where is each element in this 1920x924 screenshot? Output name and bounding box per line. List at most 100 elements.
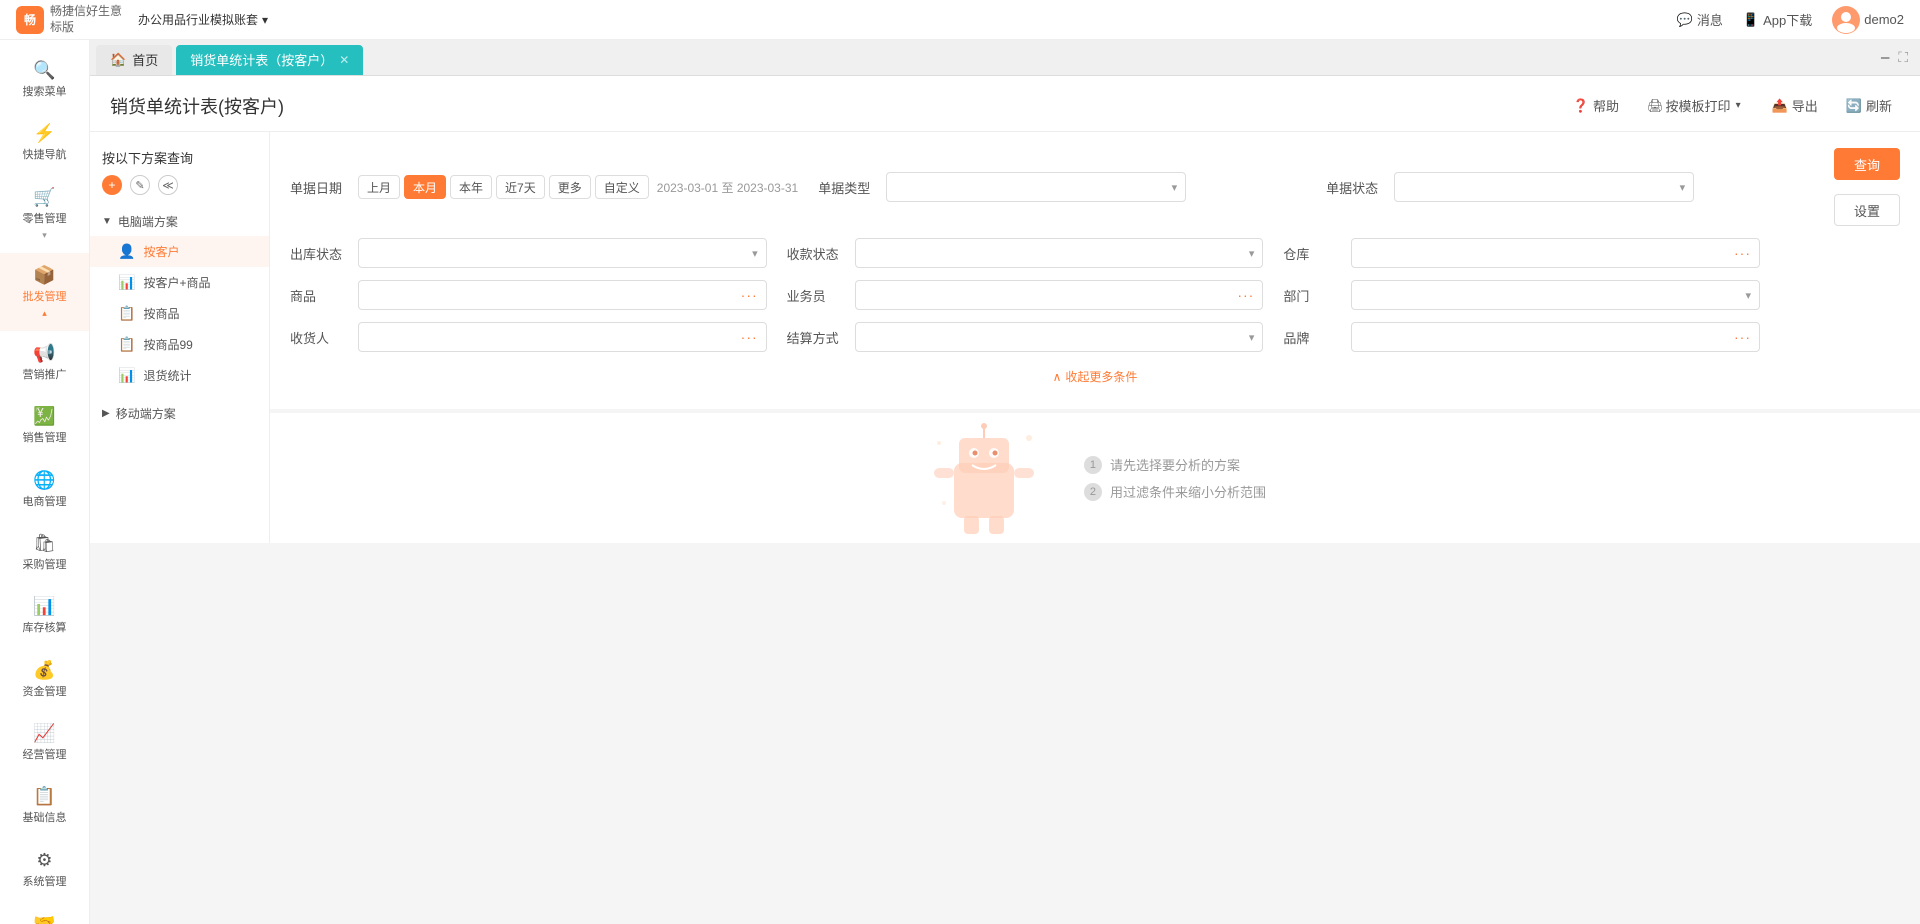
filter-row-3: 商品 ··· 业务员: [290, 280, 1900, 310]
sidebar-item-inventory[interactable]: 📊 库存核算: [0, 584, 89, 647]
main-area: 🔍 搜索菜单 ⚡ 快捷导航 🛒 零售管理 ▾ 📦 批发管理 ▴ 📢 营销推广: [0, 40, 1920, 924]
settings-button[interactable]: 设置: [1834, 194, 1900, 226]
sidebar-item-ecommerce[interactable]: 🌐 电商管理: [0, 458, 89, 521]
sidebar-item-basic-info[interactable]: 📋 基础信息: [0, 774, 89, 837]
tab-home[interactable]: 🏠 首页: [96, 45, 172, 75]
user-profile[interactable]: demo2: [1832, 6, 1904, 34]
refresh-button[interactable]: 🔄 刷新: [1838, 92, 1900, 119]
help-button[interactable]: ❓ 帮助: [1565, 92, 1627, 119]
minimize-icon[interactable]: 🗕: [1880, 46, 1890, 70]
industry-selector[interactable]: 办公用品行业模拟账套 ▾: [130, 11, 276, 28]
add-scheme-button[interactable]: +: [102, 175, 122, 195]
chevron-up-icon: ▴: [42, 308, 47, 319]
empty-illustration: [924, 413, 1044, 543]
salesperson-more-icon[interactable]: ···: [1237, 287, 1254, 303]
sidebar-item-system[interactable]: ⚙ 系统管理: [0, 838, 89, 901]
sidebar-item-wholesale[interactable]: 📦 批发管理 ▴: [0, 253, 89, 331]
date-this-year-btn[interactable]: 本年: [450, 175, 492, 199]
scheme-item-return-stats[interactable]: 📊 退货统计: [90, 360, 269, 391]
tab-bar: 🏠 首页 销货单统计表（按客户） ✕ 🗕 ⛶: [90, 40, 1920, 76]
brand-more-icon[interactable]: ···: [1734, 329, 1751, 345]
goods-select[interactable]: ···: [358, 280, 767, 310]
purchase-icon: 🛍: [33, 533, 56, 554]
warehouse-more-icon[interactable]: ···: [1734, 245, 1751, 261]
print-dropdown-arrow[interactable]: ▾: [1733, 100, 1744, 111]
receiver-select[interactable]: ···: [358, 322, 767, 352]
collapse-bar[interactable]: ∧ 收起更多条件: [290, 360, 1900, 393]
sidebar-item-marketing[interactable]: 📢 营销推广: [0, 331, 89, 394]
export-button[interactable]: 📤 导出: [1764, 92, 1826, 119]
salesperson-select[interactable]: ···: [855, 280, 1264, 310]
date-more-btn[interactable]: 更多: [549, 175, 591, 199]
sidebar-item-finance[interactable]: 💰 资金管理: [0, 648, 89, 711]
sidebar-item-sales[interactable]: 💹 销售管理: [0, 394, 89, 457]
app-download-button[interactable]: 📱 App下载: [1743, 10, 1812, 29]
sales-icon: 💹: [33, 406, 55, 427]
sidebar-item-quick-nav[interactable]: ⚡ 快捷导航: [0, 111, 89, 174]
collection-arrow: ▾: [1249, 247, 1255, 260]
basic-info-icon: 📋: [33, 786, 55, 807]
filter-row-1: 单据日期 上月 本月 本年 近7天 更多 自定义 2023-03-01 至 20…: [290, 148, 1900, 226]
search-icon: 🔍: [33, 60, 55, 81]
order-type-select[interactable]: ▾: [886, 172, 1186, 202]
tab-content: 销货单统计表(按客户) ❓ 帮助 🖨 按模板打印 ▾ 📤: [90, 76, 1920, 924]
edit-scheme-button[interactable]: ✎: [130, 175, 150, 195]
collapse-scheme-button[interactable]: ≪: [158, 175, 178, 195]
sidebar-item-enterprise[interactable]: 🤝 企业协同: [0, 901, 89, 924]
empty-state: 1 请先选择要分析的方案 2 用过滤条件来缩小分析范围: [270, 413, 1920, 543]
sidebar-item-search-menu[interactable]: 🔍 搜索菜单: [0, 48, 89, 111]
order-status-select[interactable]: ▾: [1394, 172, 1694, 202]
message-button[interactable]: 💬 消息: [1677, 10, 1723, 29]
out-status-select[interactable]: ▾: [358, 238, 767, 268]
chevron-down-icon: ▾: [42, 230, 47, 241]
table-icon-1: 📋: [118, 305, 135, 322]
sidebar-item-operation[interactable]: 📈 经营管理: [0, 711, 89, 774]
triangle-right-icon: ▶: [102, 408, 110, 419]
empty-hints: 1 请先选择要分析的方案 2 用过滤条件来缩小分析范围: [1084, 455, 1266, 501]
scheme-item-by-customer-goods[interactable]: 📊 按客户+商品: [90, 267, 269, 298]
scheme-item-by-customer[interactable]: 👤 按客户: [90, 236, 269, 267]
page-title: 销货单统计表(按客户): [110, 93, 284, 119]
date-7days-btn[interactable]: 近7天: [496, 175, 545, 199]
collection-status-select[interactable]: ▾: [855, 238, 1264, 268]
export-icon: 📤: [1772, 98, 1788, 114]
out-status-arrow: ▾: [752, 247, 758, 260]
sidebar-item-purchase[interactable]: 🛍 采购管理: [0, 521, 89, 584]
print-button[interactable]: 🖨 按模板打印 ▾: [1639, 92, 1752, 119]
settlement-select[interactable]: ▾: [855, 322, 1264, 352]
date-this-month-btn[interactable]: 本月: [404, 175, 446, 199]
filter-row-4: 收货人 ··· 结算方式: [290, 322, 1900, 352]
page-body: 按以下方案查询 + ✎ ≪ ▼ 电脑端方案: [90, 132, 1920, 543]
tab-sales-report[interactable]: 销货单统计表（按客户） ✕: [176, 45, 363, 75]
date-last-month-btn[interactable]: 上月: [358, 175, 400, 199]
query-button[interactable]: 查询: [1834, 148, 1900, 180]
scheme-group-toggle[interactable]: ▼ 电脑端方案: [90, 207, 269, 236]
receiver-more-icon[interactable]: ···: [741, 329, 758, 345]
tab-close-button[interactable]: ✕: [339, 53, 349, 67]
goods-more-icon[interactable]: ···: [741, 287, 758, 303]
scheme-panel: 按以下方案查询 + ✎ ≪ ▼ 电脑端方案: [90, 132, 270, 543]
scheme-item-by-goods[interactable]: 📋 按商品: [90, 298, 269, 329]
date-custom-btn[interactable]: 自定义: [595, 175, 649, 199]
logo-area: 畅 畅捷信好生意 标版: [16, 4, 122, 35]
action-buttons: 查询 设置: [1834, 148, 1900, 226]
retail-icon: 🛒: [33, 187, 55, 208]
department-select[interactable]: ▾: [1351, 280, 1760, 310]
date-range-display: 2023-03-01 至 2023-03-31: [657, 179, 798, 196]
warehouse-select[interactable]: ···: [1351, 238, 1760, 268]
collection-status-filter: 收款状态 ▾: [787, 238, 1264, 268]
brand-select[interactable]: ···: [1351, 322, 1760, 352]
avatar: [1832, 6, 1860, 34]
scheme-item-by-goods-99[interactable]: 📋 按商品99: [90, 329, 269, 360]
date-quick-buttons: 上月 本月 本年 近7天 更多 自定义 2023-03-01 至 2023-03…: [358, 175, 798, 199]
maximize-icon[interactable]: ⛶: [1898, 49, 1908, 66]
sidebar-item-retail[interactable]: 🛒 零售管理 ▾: [0, 175, 89, 253]
goods-filter: 商品 ···: [290, 280, 767, 310]
message-icon: 💬: [1677, 12, 1693, 28]
ecommerce-icon: 🌐: [33, 470, 55, 491]
scheme-mobile-toggle[interactable]: ▶ 移动端方案: [90, 399, 269, 428]
settlement-filter: 结算方式 ▾: [787, 322, 1264, 352]
scheme-panel-header: 按以下方案查询: [90, 140, 269, 175]
empty-hint-1: 1 请先选择要分析的方案: [1084, 455, 1266, 474]
logo-text: 畅捷信好生意 标版: [50, 4, 122, 35]
